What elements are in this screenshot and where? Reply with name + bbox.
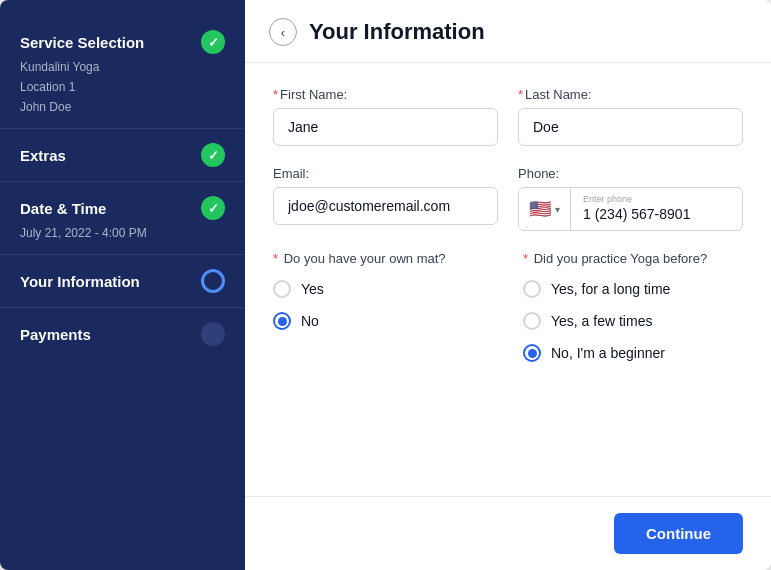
mat-no-radio[interactable] [273, 312, 291, 330]
mat-question-text: Do you have your own mat? [284, 251, 446, 266]
main-footer: Continue [245, 496, 771, 570]
main-content: ‹ Your Information *First Name: *Last Na… [245, 0, 771, 570]
sidebar-item-date-time[interactable]: Date & Time July 21, 2022 - 4:00 PM [0, 182, 245, 255]
last-name-label: *Last Name: [518, 87, 743, 102]
yoga-yes-long-option[interactable]: Yes, for a long time [523, 280, 743, 298]
mat-no-option[interactable]: No [273, 312, 493, 330]
sidebar-payments-title: Payments [20, 326, 91, 343]
phone-label: Phone: [518, 166, 743, 181]
mat-yes-label: Yes [301, 281, 324, 297]
first-name-input[interactable] [273, 108, 498, 146]
questions-row: * Do you have your own mat? Yes No [273, 251, 743, 376]
yoga-experience-label: * Did you practice Yoga before? [523, 251, 743, 266]
first-name-label: *First Name: [273, 87, 498, 102]
booking-modal: Service Selection Kundalini Yoga Locatio… [0, 0, 771, 570]
flag-emoji: 🇺🇸 [529, 198, 551, 220]
form-area: *First Name: *Last Name: Email: [245, 63, 771, 496]
continue-button[interactable]: Continue [614, 513, 743, 554]
yoga-yes-long-label: Yes, for a long time [551, 281, 670, 297]
sidebar-your-information-title: Your Information [20, 273, 140, 290]
phone-value: 1 (234) 567-8901 [583, 206, 730, 222]
yoga-no-beginner-label: No, I'm a beginner [551, 345, 665, 361]
back-button[interactable]: ‹ [269, 18, 297, 46]
extras-complete-icon [201, 143, 225, 167]
email-input[interactable] [273, 187, 498, 225]
name-row: *First Name: *Last Name: [273, 87, 743, 146]
mat-yes-radio[interactable] [273, 280, 291, 298]
sidebar-item-payments[interactable]: Payments [0, 308, 245, 360]
mat-no-label: No [301, 313, 319, 329]
sidebar-service-sub-location: Location 1 [20, 80, 225, 94]
flag-dropdown-arrow: ▾ [555, 204, 560, 215]
mat-question-group: * Do you have your own mat? Yes No [273, 251, 493, 376]
sidebar-date-time-title: Date & Time [20, 200, 106, 217]
email-label: Email: [273, 166, 498, 181]
sidebar-service-sub-name: John Doe [20, 100, 225, 114]
first-name-group: *First Name: [273, 87, 498, 146]
mat-yes-option[interactable]: Yes [273, 280, 493, 298]
yoga-yes-few-label: Yes, a few times [551, 313, 652, 329]
sidebar-date-time-sub: July 21, 2022 - 4:00 PM [20, 226, 225, 240]
yoga-yes-few-radio[interactable] [523, 312, 541, 330]
email-group: Email: [273, 166, 498, 231]
page-title: Your Information [309, 19, 485, 45]
yoga-experience-question-group: * Did you practice Yoga before? Yes, for… [523, 251, 743, 376]
yoga-no-beginner-option[interactable]: No, I'm a beginner [523, 344, 743, 362]
main-header: ‹ Your Information [245, 0, 771, 63]
service-selection-complete-icon [201, 30, 225, 54]
sidebar-service-sub-yoga: Kundalini Yoga [20, 60, 225, 74]
sidebar-extras-title: Extras [20, 147, 66, 164]
sidebar-item-extras[interactable]: Extras [0, 129, 245, 182]
phone-flag-selector[interactable]: 🇺🇸 ▾ [519, 188, 571, 230]
yoga-required: * [523, 251, 528, 266]
your-information-active-icon [201, 269, 225, 293]
phone-group: Phone: 🇺🇸 ▾ Enter phone 1 (234) 567-8901 [518, 166, 743, 231]
mat-question-label: * Do you have your own mat? [273, 251, 493, 266]
date-time-complete-icon [201, 196, 225, 220]
yoga-yes-long-radio[interactable] [523, 280, 541, 298]
sidebar: Service Selection Kundalini Yoga Locatio… [0, 0, 245, 570]
yoga-question-text: Did you practice Yoga before? [534, 251, 707, 266]
phone-small-label: Enter phone [583, 194, 730, 204]
phone-number-wrapper: Enter phone 1 (234) 567-8901 [571, 188, 742, 230]
last-name-required: * [518, 87, 523, 102]
sidebar-item-service-selection[interactable]: Service Selection Kundalini Yoga Locatio… [0, 16, 245, 129]
last-name-group: *Last Name: [518, 87, 743, 146]
yoga-no-beginner-radio[interactable] [523, 344, 541, 362]
first-name-required: * [273, 87, 278, 102]
sidebar-item-your-information[interactable]: Your Information [0, 255, 245, 308]
mat-required: * [273, 251, 278, 266]
last-name-input[interactable] [518, 108, 743, 146]
payments-inactive-icon [201, 322, 225, 346]
sidebar-service-selection-title: Service Selection [20, 34, 144, 51]
phone-input-group: 🇺🇸 ▾ Enter phone 1 (234) 567-8901 [518, 187, 743, 231]
yoga-yes-few-option[interactable]: Yes, a few times [523, 312, 743, 330]
contact-row: Email: Phone: 🇺🇸 ▾ Enter phone 1 (234) 5… [273, 166, 743, 231]
